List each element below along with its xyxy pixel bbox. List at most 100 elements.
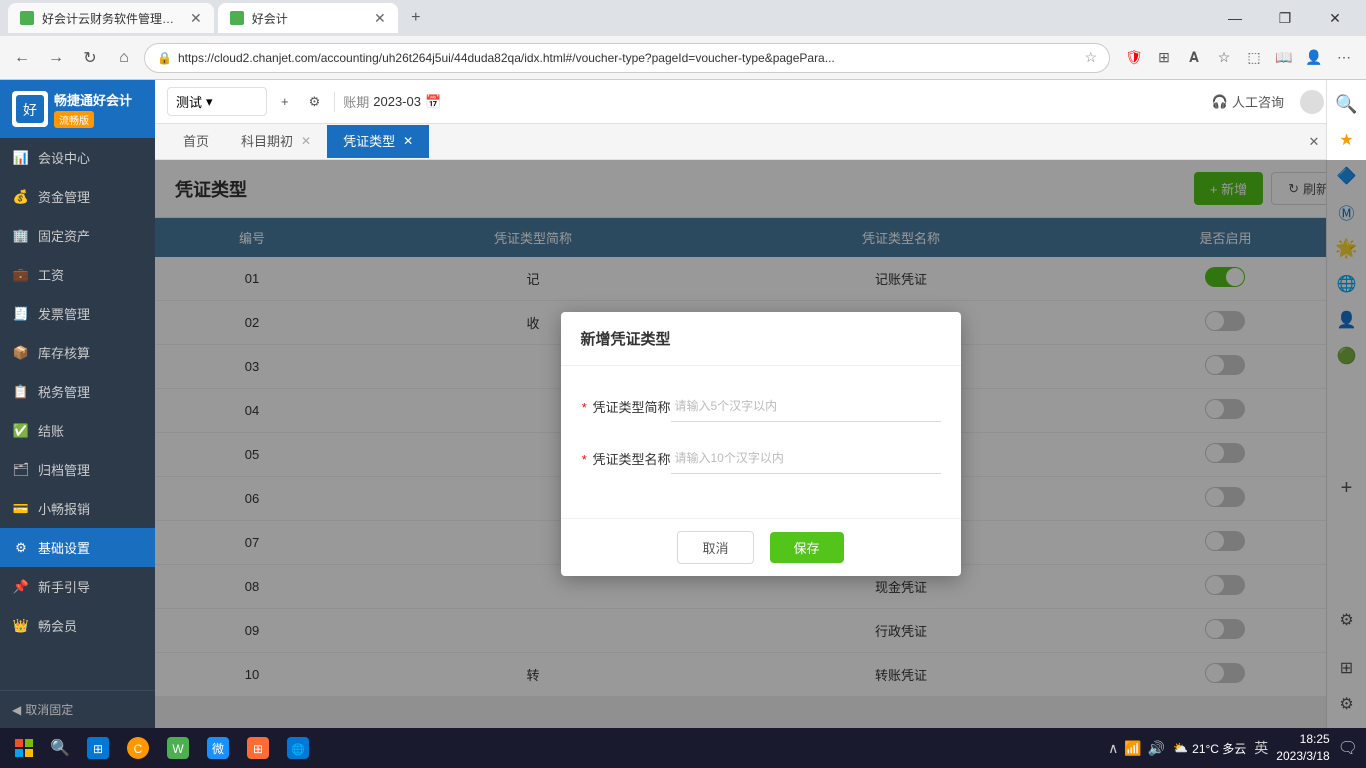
settings-button[interactable]: ⚙: [303, 90, 327, 114]
home-button[interactable]: ⌂: [110, 44, 138, 72]
browser-tab-1[interactable]: 好会计云财务软件管理系统_会计 ✕: [8, 3, 214, 33]
sidebar-label-funds: 资金管理: [38, 187, 90, 206]
extension-icon-1[interactable]: 🛡: [1120, 44, 1148, 72]
sidebar: 好 畅捷通好会计 流畅版 📊 会设中心 💰 资金管理: [0, 80, 155, 728]
unpin-label: 取消固定: [25, 701, 73, 718]
tab-collapse-button[interactable]: ✕: [1302, 130, 1326, 154]
forward-button[interactable]: →: [42, 44, 70, 72]
tab-subjects-close[interactable]: ✕: [301, 134, 311, 148]
extension-icon-7[interactable]: 👤: [1300, 44, 1328, 72]
company-selector[interactable]: 测试 ▾: [167, 87, 267, 116]
sidebar-item-payroll[interactable]: 💼 工资: [0, 255, 155, 294]
tab-voucher-label: 凭证类型: [343, 131, 395, 150]
settings-icon: ⚙: [12, 539, 30, 557]
taskbar-app-1[interactable]: ⊞: [80, 730, 116, 766]
period-label: 账期: [343, 92, 369, 111]
taskbar-time[interactable]: 18:25 2023/3/18: [1276, 731, 1329, 765]
period-info: 账期 2023-03 📅: [343, 92, 441, 111]
extension-icon-3[interactable]: 𝐀: [1180, 44, 1208, 72]
save-button[interactable]: 保存: [770, 532, 844, 563]
taskbar-up-arrow[interactable]: ∧: [1108, 740, 1118, 757]
sidebar-label-fixed-assets: 固定资产: [38, 226, 90, 245]
invoice-icon: 🧾: [12, 305, 30, 323]
sidebar-item-archive[interactable]: 🗂 归档管理: [0, 450, 155, 489]
content-tabs: 首页 科目期初 ✕ 凭证类型 ✕ ✕ ⛶: [155, 124, 1366, 160]
calendar-icon[interactable]: 📅: [425, 94, 441, 110]
refresh-button[interactable]: ↻: [76, 44, 104, 72]
sidebar-item-inventory[interactable]: 📦 库存核算: [0, 333, 155, 372]
browser-tab-2[interactable]: 好会计 ✕: [218, 3, 398, 33]
sidebar-item-fixed-assets[interactable]: 🏢 固定资产: [0, 216, 155, 255]
back-button[interactable]: ←: [8, 44, 36, 72]
toolbar-icons: 🛡 ⊞ 𝐀 ☆ ⬚ 📖 👤 ⋯: [1120, 44, 1358, 72]
svg-text:🌐: 🌐: [291, 743, 305, 756]
required-marker-1: *: [582, 400, 587, 415]
sidebar-item-funds[interactable]: 💰 资金管理: [0, 177, 155, 216]
sidebar-label-invoice: 发票管理: [38, 304, 90, 323]
short-name-input[interactable]: [671, 390, 941, 422]
sidebar-item-checkout[interactable]: ✅ 结账: [0, 411, 155, 450]
tab-home[interactable]: 首页: [167, 125, 225, 158]
url-bar[interactable]: 🔒 https://cloud2.chanjet.com/accounting/…: [144, 43, 1110, 73]
sidebar-nav: 📊 会设中心 💰 资金管理 🏢 固定资产 💼 工资 🧾 发票管理: [0, 138, 155, 690]
tab-home-label: 首页: [183, 131, 209, 150]
new-tab-button[interactable]: +: [402, 4, 430, 32]
taskbar-app-2[interactable]: C: [120, 730, 156, 766]
menu-button[interactable]: ⋯: [1330, 44, 1358, 72]
taskbar-notification-icon[interactable]: 🗨: [1338, 738, 1358, 758]
sidebar-item-dashboard[interactable]: 📊 会设中心: [0, 138, 155, 177]
customer-service-button[interactable]: 🎧 人工咨询: [1212, 92, 1284, 111]
taskbar-app-3[interactable]: W: [160, 730, 196, 766]
tab-voucher-type[interactable]: 凭证类型 ✕: [327, 125, 429, 158]
time-display: 18:25: [1276, 731, 1329, 748]
url-star-icon[interactable]: ☆: [1084, 49, 1097, 66]
tab-close-2[interactable]: ✕: [374, 10, 386, 27]
sidebar-item-tax[interactable]: 📋 税务管理: [0, 372, 155, 411]
sidebar-item-member[interactable]: 👑 畅会员: [0, 606, 155, 645]
right-search-icon[interactable]: 🔍: [1331, 88, 1363, 120]
tab-voucher-close[interactable]: ✕: [403, 134, 413, 148]
add-icon: +: [281, 94, 289, 109]
taskbar-sound-icon[interactable]: 🔊: [1148, 740, 1165, 757]
expense-icon: 💳: [12, 500, 30, 518]
close-button[interactable]: ✕: [1312, 3, 1358, 33]
logo-badge: 流畅版: [54, 111, 94, 128]
sidebar-unpin[interactable]: ◀ 取消固定: [0, 690, 155, 728]
tab-subjects[interactable]: 科目期初 ✕: [225, 125, 327, 158]
weather-temp: 21°C 多云: [1192, 740, 1246, 757]
extension-icon-6[interactable]: 📖: [1270, 44, 1298, 72]
taskbar-network-icon[interactable]: 📶: [1124, 740, 1141, 757]
full-name-input[interactable]: [671, 442, 941, 474]
sidebar-label-tax: 税务管理: [38, 382, 90, 401]
page-content: 凭证类型 + 新增 ↻ 刷新: [155, 160, 1366, 728]
taskbar-app-6[interactable]: 🌐: [280, 730, 316, 766]
svg-text:微: 微: [212, 742, 224, 756]
right-star-icon[interactable]: ★: [1331, 124, 1363, 156]
start-button[interactable]: [8, 732, 40, 764]
sidebar-item-guide[interactable]: 📌 新手引导: [0, 567, 155, 606]
minimize-button[interactable]: —: [1212, 3, 1258, 33]
taskbar-app-4[interactable]: 微: [200, 730, 236, 766]
sidebar-item-settings[interactable]: ⚙ 基础设置: [0, 528, 155, 567]
extension-icon-2[interactable]: ⊞: [1150, 44, 1178, 72]
headset-icon: 🎧: [1212, 94, 1228, 110]
user-avatar: [1300, 90, 1324, 114]
maximize-button[interactable]: ❐: [1262, 3, 1308, 33]
weather-info: ⛅ 21°C 多云: [1173, 740, 1246, 757]
taskbar-app-5[interactable]: ⊞: [240, 730, 276, 766]
company-name: 测试: [176, 92, 202, 111]
extension-icon-4[interactable]: ☆: [1210, 44, 1238, 72]
cancel-button[interactable]: 取消: [677, 531, 753, 564]
sidebar-item-expense[interactable]: 💳 小畅报销: [0, 489, 155, 528]
svg-text:W: W: [172, 742, 184, 756]
form-row-full-name: * 凭证类型名称: [581, 442, 941, 474]
taskbar-search-button[interactable]: 🔍: [44, 732, 76, 764]
required-marker-2: *: [582, 452, 587, 467]
add-company-button[interactable]: +: [275, 90, 295, 113]
extension-icon-5[interactable]: ⬚: [1240, 44, 1268, 72]
full-name-label: * 凭证类型名称: [581, 449, 671, 468]
taskbar-language[interactable]: 英: [1254, 738, 1268, 758]
tab-label-2: 好会计: [252, 10, 288, 27]
sidebar-item-invoice[interactable]: 🧾 发票管理: [0, 294, 155, 333]
tab-close-1[interactable]: ✕: [190, 10, 202, 27]
